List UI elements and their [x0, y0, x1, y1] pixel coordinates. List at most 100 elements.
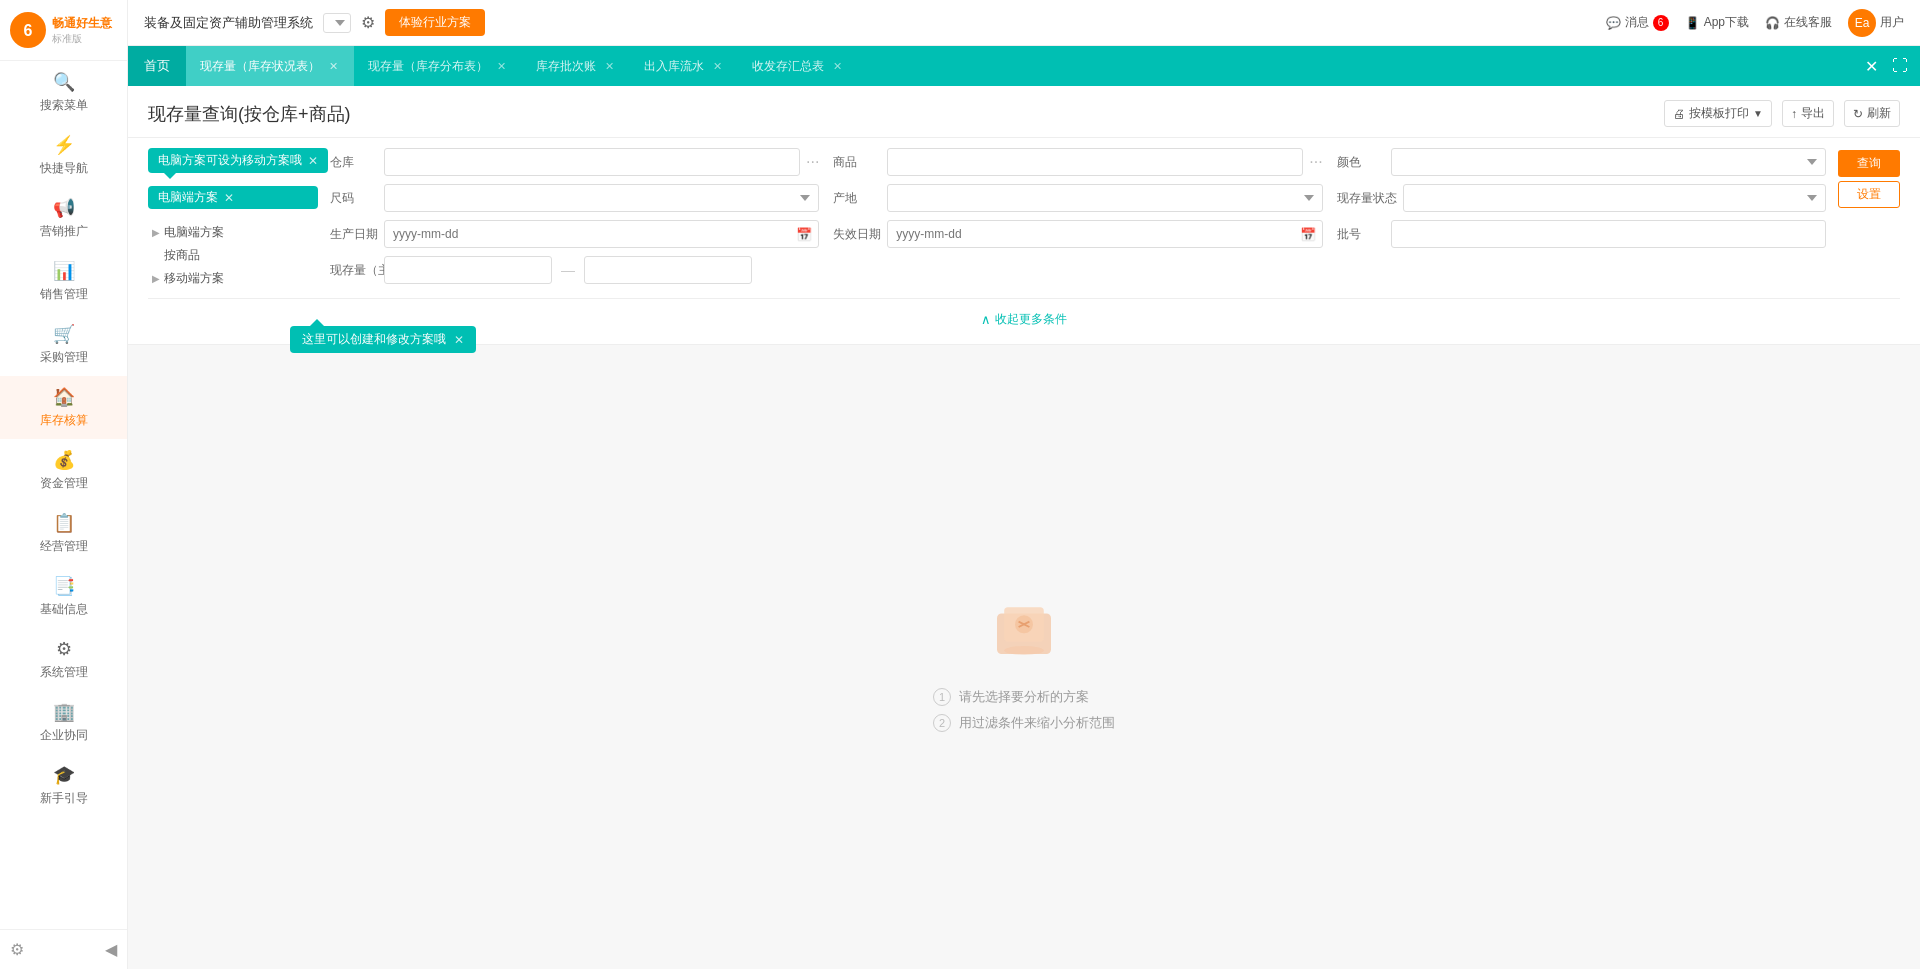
svg-point-7 [1004, 646, 1044, 655]
enterprise-icon: 🏢 [53, 701, 75, 723]
batch-input[interactable] [1391, 220, 1826, 248]
warehouse-input[interactable] [384, 148, 800, 176]
field-group-production-date: 生产日期 📅 [330, 220, 819, 248]
system-select[interactable] [323, 13, 351, 33]
page-title: 现存量查询(按仓库+商品) [148, 102, 351, 126]
field-row-3: 生产日期 📅 失效日期 📅 [330, 220, 1826, 248]
system-name: 装备及固定资产辅助管理系统 [144, 14, 313, 32]
goods-dots[interactable]: ··· [1309, 153, 1322, 171]
search-icon: 🔍 [53, 71, 75, 93]
scheme-tooltip-popup: 这里可以创建和修改方案哦 ✕ [290, 326, 476, 353]
tab-inventory-status[interactable]: 现存量（库存状况表） ✕ [186, 46, 354, 86]
tab-fullscreen-icon[interactable]: ⛶ [1888, 53, 1912, 79]
size-select[interactable] [384, 184, 819, 212]
settings-bottom-icon[interactable]: ⚙ [10, 940, 24, 959]
tooltip2-close-icon[interactable]: ✕ [454, 333, 464, 347]
tab-inventory-dist[interactable]: 现存量（库存分布表） ✕ [354, 46, 522, 86]
filter-area: 按以下方案查询 + ↻ « 电脑端方案 ✕ [128, 138, 1920, 345]
message-action[interactable]: 💬 消息 6 [1606, 14, 1669, 31]
tip-num-2: 2 [933, 714, 951, 732]
content-area: 现存量查询(按仓库+商品) 🖨 按模板打印 ▼ ↑ 导出 ↻ 刷新 [128, 86, 1920, 969]
qty-to-input[interactable] [584, 256, 752, 284]
qty-label: 现存量（主） [330, 262, 378, 279]
set-btn[interactable]: 设置 [1838, 181, 1900, 208]
user-avatar: Ea [1848, 9, 1876, 37]
inventory-icon: 🏠 [53, 386, 75, 408]
sidebar-nav: 🔍 搜索菜单 ⚡ 快捷导航 📢 营销推广 📊 销售管理 🛒 采购管理 🏠 库存核… [0, 61, 127, 929]
production-date-label: 生产日期 [330, 226, 378, 243]
experience-btn[interactable]: 体验行业方案 [385, 9, 485, 36]
header-left: 装备及固定资产辅助管理系统 ⚙ 体验行业方案 [144, 9, 485, 36]
tab-inout-flow[interactable]: 出入库流水 ✕ [630, 46, 738, 86]
tab-batch-account[interactable]: 库存批次账 ✕ [522, 46, 630, 86]
purchase-icon: 🛒 [53, 323, 75, 345]
message-icon: 💬 [1606, 16, 1621, 30]
field-group-color: 颜色 [1337, 148, 1826, 176]
warehouse-dots[interactable]: ··· [806, 153, 819, 171]
expiry-date-calendar-icon[interactable]: 📅 [1300, 227, 1316, 242]
online-service-action[interactable]: 🎧 在线客服 [1765, 14, 1832, 31]
range-dash: — [558, 262, 578, 278]
scheme-tag-close[interactable]: ✕ [224, 191, 234, 205]
export-btn[interactable]: ↑ 导出 [1782, 100, 1834, 127]
tab-home[interactable]: 首页 [128, 46, 186, 86]
tab-close-inventory-dist[interactable]: ✕ [494, 59, 508, 73]
production-date-input[interactable] [384, 220, 819, 248]
user-action[interactable]: Ea 用户 [1848, 9, 1904, 37]
qty-from-input[interactable] [384, 256, 552, 284]
origin-select[interactable] [887, 184, 1322, 212]
sidebar-item-guide[interactable]: 🎓 新手引导 [0, 754, 127, 817]
sidebar-item-sales[interactable]: 📊 销售管理 [0, 250, 127, 313]
header-right: 💬 消息 6 📱 App下载 🎧 在线客服 Ea 用户 [1606, 9, 1904, 37]
tree-item-mobile[interactable]: ▶ 移动端方案 [148, 267, 318, 290]
scheme-tree: ▶ 电脑端方案 按商品 ▶ 移动端方案 [148, 221, 318, 290]
production-date-wrap: 📅 [384, 220, 819, 248]
color-select[interactable] [1391, 148, 1826, 176]
template-print-btn[interactable]: 🖨 按模板打印 ▼ [1664, 100, 1772, 127]
sidebar-item-search[interactable]: 🔍 搜索菜单 [0, 61, 127, 124]
sidebar-item-inventory[interactable]: 🏠 库存核算 [0, 376, 127, 439]
sidebar-item-quick-nav[interactable]: ⚡ 快捷导航 [0, 124, 127, 187]
sidebar-item-purchase[interactable]: 🛒 采购管理 [0, 313, 127, 376]
stock-status-select[interactable] [1403, 184, 1826, 212]
logo-icon: 6 [10, 12, 46, 48]
print-icon: 🖨 [1673, 107, 1685, 121]
headset-icon: 🎧 [1765, 16, 1780, 30]
query-btn[interactable]: 查询 [1838, 150, 1900, 177]
sidebar-item-operations[interactable]: 📋 经营管理 [0, 502, 127, 565]
origin-label: 产地 [833, 190, 881, 207]
field-group-stock-status: 现存量状态 [1337, 184, 1826, 212]
production-date-calendar-icon[interactable]: 📅 [796, 227, 812, 242]
sidebar-item-basic[interactable]: 📑 基础信息 [0, 565, 127, 628]
tab-receive-summary[interactable]: 收发存汇总表 ✕ [738, 46, 858, 86]
field-group-qty: 现存量（主） — [330, 256, 670, 284]
refresh-btn[interactable]: ↻ 刷新 [1844, 100, 1900, 127]
tree-item-desktop[interactable]: ▶ 电脑端方案 [148, 221, 318, 244]
goods-label: 商品 [833, 154, 881, 171]
app-download-action[interactable]: 📱 App下载 [1685, 14, 1749, 31]
logo-text: 畅通好生意 标准版 [52, 15, 112, 46]
tooltip-close-icon[interactable]: ✕ [308, 154, 318, 168]
collapse-sidebar-icon[interactable]: ◀ [105, 940, 117, 959]
page-actions: 🖨 按模板打印 ▼ ↑ 导出 ↻ 刷新 [1664, 100, 1900, 127]
goods-input[interactable] [887, 148, 1303, 176]
tree-item-by-goods[interactable]: 按商品 [148, 244, 318, 267]
tab-close-receive-summary[interactable]: ✕ [830, 59, 844, 73]
scheme-tag[interactable]: 电脑端方案 ✕ 电脑方案可设为移动方案哦 ✕ [148, 186, 318, 209]
sidebar-item-assets[interactable]: 💰 资金管理 [0, 439, 127, 502]
stock-status-label: 现存量状态 [1337, 190, 1397, 207]
scheme-tooltip-1: 电脑方案可设为移动方案哦 ✕ [148, 148, 328, 173]
sidebar-item-marketing[interactable]: 📢 营销推广 [0, 187, 127, 250]
sidebar-item-system[interactable]: ⚙ 系统管理 [0, 628, 127, 691]
settings-gear-icon[interactable]: ⚙ [361, 13, 375, 32]
tab-close-inout-flow[interactable]: ✕ [710, 59, 724, 73]
empty-tip-2: 2 用过滤条件来缩小分析范围 [933, 714, 1115, 732]
sidebar-item-enterprise[interactable]: 🏢 企业协同 [0, 691, 127, 754]
expiry-date-input[interactable] [887, 220, 1322, 248]
system-icon: ⚙ [56, 638, 72, 660]
tab-close-inventory-status[interactable]: ✕ [326, 59, 340, 73]
field-group-expiry-date: 失效日期 📅 [833, 220, 1322, 248]
tab-close-all-icon[interactable]: ✕ [1861, 53, 1882, 80]
tab-close-batch-account[interactable]: ✕ [602, 59, 616, 73]
message-badge: 6 [1653, 15, 1669, 31]
